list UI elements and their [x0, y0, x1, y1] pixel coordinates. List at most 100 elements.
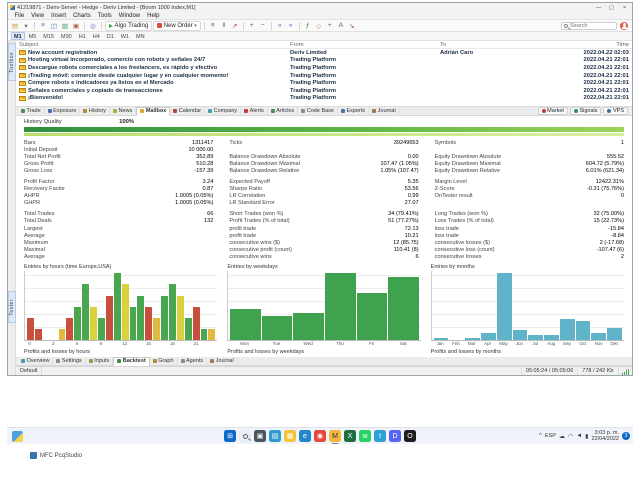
taskbar-clock[interactable]: 3:03 p. m. 22/04/2022 — [591, 430, 619, 443]
profiles-icon[interactable]: ▾ — [21, 21, 31, 31]
timeframe-button[interactable]: M15 — [40, 32, 57, 40]
navigator-icon[interactable]: ▧ — [60, 21, 70, 31]
mail-row[interactable]: Descargue robots comerciales a los freel… — [16, 64, 632, 72]
chrome-browser-icon[interactable]: ◉ — [314, 430, 326, 442]
algo-trading-button[interactable]: Algo Trading — [105, 20, 153, 31]
tester-tab[interactable]: Settings — [53, 356, 86, 366]
data-window-icon[interactable]: ◫ — [49, 21, 59, 31]
toolbox-tab[interactable]: Experts — [338, 106, 370, 116]
column-header-subject[interactable]: Subject — [16, 42, 287, 48]
telegram-icon[interactable]: t — [374, 430, 386, 442]
line-chart-icon[interactable]: ↗ — [230, 21, 240, 31]
timeframe-button[interactable]: M1 — [11, 32, 25, 40]
bar-chart-icon[interactable]: ≡ — [208, 21, 218, 31]
market-watch-icon[interactable]: ≡ — [38, 21, 48, 31]
mail-row[interactable]: Señales comerciales y copiado de transac… — [16, 87, 632, 95]
toolbox-tab[interactable]: Mailbox — [136, 106, 171, 116]
menu-item[interactable]: File — [11, 13, 28, 19]
chart-shift-icon[interactable]: « — [286, 21, 296, 31]
notification-badge[interactable]: 3 — [622, 432, 630, 440]
toolbox-tab[interactable]: Code Base — [298, 106, 338, 116]
mail-row[interactable]: New account registration Deriv Limited A… — [16, 49, 632, 57]
profile-cell[interactable]: Default — [16, 367, 43, 375]
timeframe-button[interactable]: MN — [133, 32, 148, 40]
tester-tab[interactable]: Inputs — [86, 356, 114, 366]
column-header-to[interactable]: To — [437, 42, 562, 48]
toolbox-tab[interactable]: Articles — [268, 106, 299, 116]
onedrive-icon[interactable]: ☁ — [559, 433, 565, 440]
tester-tab[interactable]: Graph — [150, 356, 178, 366]
obs-icon[interactable]: O — [404, 430, 416, 442]
close-button[interactable]: × — [619, 5, 630, 11]
panel-button[interactable]: Signals — [569, 107, 602, 115]
account-user-icon[interactable] — [620, 21, 628, 30]
maximize-button[interactable]: ▢ — [606, 5, 617, 11]
metatrader5-icon[interactable]: M — [329, 430, 341, 444]
arrow-object-icon[interactable]: ↘ — [347, 21, 357, 31]
menu-item[interactable]: Charts — [70, 13, 95, 19]
panel-button[interactable]: Market — [537, 107, 568, 115]
file-explorer-icon[interactable]: ▦ — [284, 430, 296, 442]
indicators-icon[interactable]: ƒ — [303, 21, 313, 31]
text-label-icon[interactable]: A — [336, 21, 346, 31]
candlestick-icon[interactable]: ‖ — [219, 21, 229, 31]
timeframe-button[interactable]: D1 — [104, 32, 117, 40]
toolbox-tab[interactable]: Exposure — [45, 106, 81, 116]
toolbox-tab[interactable]: Company — [205, 106, 242, 116]
discord-icon[interactable]: D — [389, 430, 401, 442]
strategy-tester-icon[interactable]: ◎ — [88, 21, 98, 31]
timeframe-button[interactable]: W1 — [118, 32, 132, 40]
crosshair-icon[interactable]: + — [325, 21, 335, 31]
tester-tab[interactable]: Backtest — [113, 356, 150, 366]
toolbox-icon[interactable]: ▣ — [71, 21, 81, 31]
timeframe-button[interactable]: M5 — [26, 32, 40, 40]
timeframe-button[interactable]: M30 — [58, 32, 75, 40]
background-window-title[interactable]: MFC PcqStudio — [30, 452, 82, 459]
tester-vertical-tab[interactable]: Tester — [8, 291, 16, 323]
mail-row[interactable]: Hosting virtual incorporado, comercio co… — [16, 57, 632, 65]
tester-tab[interactable]: Overview — [18, 356, 54, 366]
mail-row[interactable]: Compre robots e indicadores ya listos en… — [16, 79, 632, 87]
task-view-button[interactable]: ▣ — [254, 430, 266, 442]
column-header-from[interactable]: From — [287, 42, 437, 48]
menu-item[interactable]: Window — [115, 13, 143, 19]
tray-chevron-icon[interactable]: ^ — [539, 433, 542, 439]
panel-button[interactable]: VPS — [603, 107, 628, 115]
widgets-button[interactable]: ▤ — [269, 430, 281, 442]
minimize-button[interactable]: — — [593, 5, 604, 11]
mail-row[interactable]: ¡Bienvenido! Trading Platform 2022.04.21… — [16, 95, 632, 103]
edge-browser-icon[interactable]: e — [299, 430, 311, 442]
mail-row[interactable]: ¡Trading móvil: comercie desde cualquier… — [16, 72, 632, 80]
new-order-button[interactable]: New Order ▾ — [153, 20, 201, 31]
auto-scroll-icon[interactable]: » — [275, 21, 285, 31]
whatsapp-icon[interactable]: w — [359, 430, 371, 442]
menu-item[interactable]: View — [28, 13, 48, 19]
battery-icon[interactable]: ▮ — [585, 433, 588, 440]
start-button[interactable]: ⊞ — [224, 430, 236, 442]
zoom-in-icon[interactable]: + — [247, 21, 257, 31]
search-input[interactable] — [570, 22, 614, 29]
toolbox-tab[interactable]: History — [80, 106, 111, 116]
toolbox-tab[interactable]: News — [110, 106, 137, 116]
timeframe-button[interactable]: H1 — [76, 32, 89, 40]
language-indicator[interactable]: ESP — [545, 433, 556, 439]
toolbox-vertical-tab[interactable]: Toolbox — [8, 43, 16, 81]
toolbox-tab[interactable]: Journal — [369, 106, 400, 116]
volume-icon[interactable]: ◄ — [576, 433, 582, 439]
tester-tab[interactable]: Journal — [207, 356, 238, 366]
search-button[interactable] — [239, 430, 251, 442]
excel-icon[interactable]: X — [344, 430, 356, 442]
new-chart-icon[interactable]: ▤ — [10, 21, 20, 31]
menu-item[interactable]: Tools — [94, 13, 115, 19]
menu-item[interactable]: Insert — [48, 13, 70, 19]
zoom-out-icon[interactable]: − — [258, 21, 268, 31]
toolbox-tab[interactable]: Trade — [18, 106, 45, 116]
column-header-time[interactable]: Time — [562, 42, 632, 48]
toolbox-tab[interactable]: Alerts — [241, 106, 268, 116]
toolbox-tab[interactable]: Calendar — [170, 106, 206, 116]
objects-icon[interactable]: ◇ — [314, 21, 324, 31]
menu-item[interactable]: Help — [144, 13, 163, 19]
tester-tab[interactable]: Agents — [178, 356, 208, 366]
weather-widget-icon[interactable] — [12, 430, 23, 442]
wifi-icon[interactable]: ◠ — [568, 433, 573, 440]
